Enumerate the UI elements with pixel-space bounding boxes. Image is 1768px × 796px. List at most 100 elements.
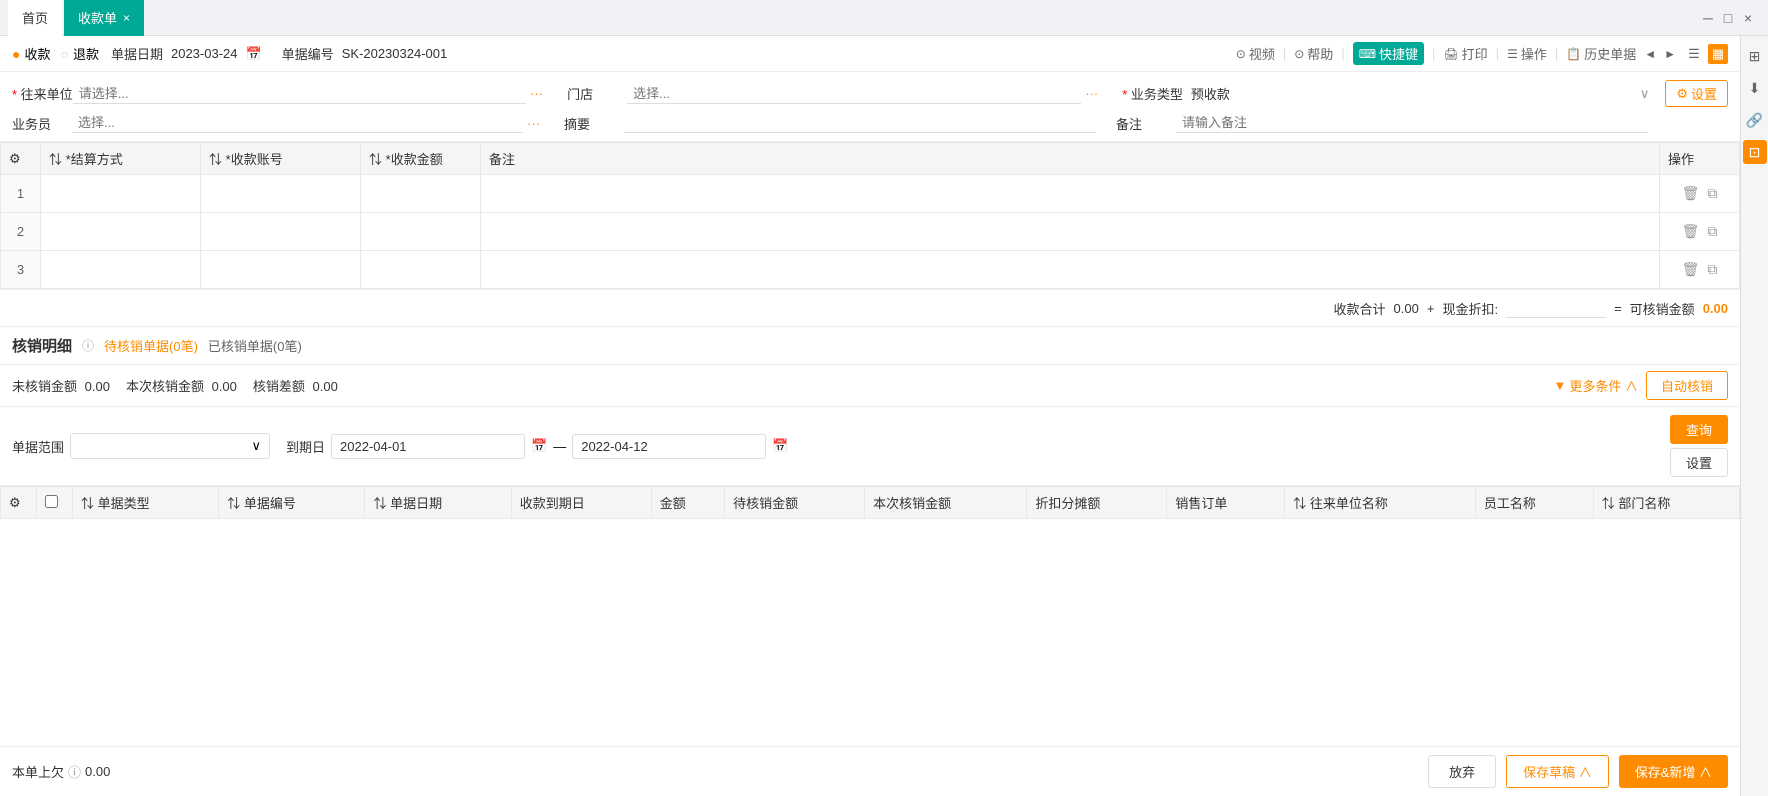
minimize-button[interactable]: ─ bbox=[1700, 10, 1716, 26]
tab-receipt[interactable]: 收款单 × bbox=[64, 0, 144, 36]
salesman-more-button[interactable]: ··· bbox=[523, 116, 544, 131]
radio-refund-label: 退款 bbox=[73, 44, 99, 63]
layout-list-icon[interactable]: ☰ bbox=[1684, 44, 1704, 64]
cell-remark-1[interactable] bbox=[481, 175, 1660, 213]
auto-verify-button[interactable]: 自动核销 bbox=[1646, 371, 1728, 400]
settlement-input-2[interactable] bbox=[41, 213, 200, 250]
delete-icon-1[interactable]: 🗑 bbox=[1682, 185, 1700, 202]
cell-settlement-3[interactable] bbox=[41, 251, 201, 289]
amount-input-1[interactable] bbox=[361, 175, 480, 212]
maximize-button[interactable]: □ bbox=[1720, 10, 1736, 26]
verify-info-icon[interactable]: ⓘ bbox=[82, 337, 94, 354]
save-draft-label: 保存草稿 ∧ bbox=[1523, 762, 1592, 781]
filter-setting-button[interactable]: 设置 bbox=[1670, 448, 1728, 477]
select-all-checkbox[interactable] bbox=[45, 495, 58, 508]
account-input-2[interactable] bbox=[201, 213, 360, 250]
delete-icon-2[interactable]: 🗑 bbox=[1682, 223, 1700, 240]
shortcut-button[interactable]: ⌨ 快捷键 bbox=[1353, 42, 1424, 65]
cell-account-2[interactable] bbox=[201, 213, 361, 251]
row-num-2: 2 bbox=[1, 213, 41, 251]
calendar-to-icon[interactable]: 📅 bbox=[772, 438, 788, 454]
store-input[interactable] bbox=[627, 84, 1081, 104]
account-input-1[interactable] bbox=[201, 175, 360, 212]
query-button[interactable]: 查询 bbox=[1670, 415, 1728, 444]
table-gear-header[interactable]: ⚙ bbox=[1, 143, 41, 175]
next-button[interactable]: ► bbox=[1664, 47, 1676, 61]
bottom-gear-header[interactable]: ⚙ bbox=[1, 487, 37, 519]
remark-input-2[interactable] bbox=[481, 213, 1659, 250]
amount-input-3[interactable] bbox=[361, 251, 480, 288]
settings-button[interactable]: ⚙ 设置 bbox=[1665, 80, 1728, 107]
doc-num-label: 单据编号 bbox=[282, 44, 334, 63]
close-window-button[interactable]: × bbox=[1740, 10, 1756, 26]
save-new-button[interactable]: 保存&新增 ∧ bbox=[1619, 755, 1728, 788]
summary-input[interactable] bbox=[624, 113, 1096, 133]
account-input-3[interactable] bbox=[201, 251, 360, 288]
remark-input-3[interactable] bbox=[481, 251, 1659, 288]
store-more-button[interactable]: ··· bbox=[1081, 86, 1102, 101]
sidebar-table-icon[interactable]: ⊞ bbox=[1743, 44, 1767, 68]
discount-input[interactable] bbox=[1506, 298, 1606, 318]
amount-input-2[interactable] bbox=[361, 213, 480, 250]
cell-account-1[interactable] bbox=[201, 175, 361, 213]
salesman-field: 业务员 ··· bbox=[12, 113, 544, 133]
footer-info-icon[interactable]: ⓘ bbox=[68, 762, 81, 781]
col-counterparty: ⇅ 往来单位名称 bbox=[1285, 487, 1476, 519]
sidebar-scan-icon[interactable]: ⊡ bbox=[1743, 140, 1767, 164]
cell-settlement-1[interactable] bbox=[41, 175, 201, 213]
copy-icon-3[interactable]: ⧉ bbox=[1707, 261, 1717, 278]
cell-remark-3[interactable] bbox=[481, 251, 1660, 289]
filter-date-to[interactable] bbox=[572, 434, 766, 459]
biz-type-dropdown[interactable]: ∨ bbox=[1640, 86, 1658, 102]
copy-icon-2[interactable]: ⧉ bbox=[1707, 223, 1717, 240]
remark-input-1[interactable] bbox=[481, 175, 1659, 212]
pending-tab[interactable]: 待核销单据(0笔) bbox=[104, 336, 198, 355]
radio-refund[interactable]: ○ 退款 bbox=[60, 44, 98, 63]
cell-amount-1[interactable] bbox=[361, 175, 481, 213]
tab-home[interactable]: 首页 bbox=[8, 0, 62, 36]
done-tab[interactable]: 已核销单据(0笔) bbox=[208, 336, 302, 355]
cell-amount-3[interactable] bbox=[361, 251, 481, 289]
settlement-input-1[interactable] bbox=[41, 175, 200, 212]
doc-num-value: SK-20230324-001 bbox=[342, 46, 448, 61]
store-field: 门店 ··· bbox=[567, 84, 1102, 104]
history-button[interactable]: 📋 历史单据 bbox=[1566, 44, 1636, 63]
filter-range-select[interactable]: ∨ bbox=[70, 433, 270, 459]
radio-receipt[interactable]: ● 收款 bbox=[12, 44, 50, 63]
operation-button[interactable]: ☰ 操作 bbox=[1507, 44, 1547, 63]
counterparty-more-button[interactable]: ··· bbox=[526, 86, 547, 101]
help-button[interactable]: ⊙ 帮助 bbox=[1294, 44, 1333, 63]
calendar-from-icon[interactable]: 📅 bbox=[531, 438, 547, 454]
abandon-button[interactable]: 放弃 bbox=[1428, 755, 1496, 788]
filter-dropdown-arrow: ∨ bbox=[252, 438, 262, 454]
copy-icon-1[interactable]: ⧉ bbox=[1707, 185, 1717, 202]
salesman-input[interactable] bbox=[72, 113, 523, 133]
counterparty-input[interactable] bbox=[73, 84, 526, 104]
summary-field: 摘要 bbox=[564, 113, 1096, 133]
calendar-icon[interactable]: 📅 bbox=[245, 46, 261, 62]
sidebar-link-icon[interactable]: 🔗 bbox=[1743, 108, 1767, 132]
remark-label: 备注 bbox=[1116, 114, 1176, 133]
sidebar-download-icon[interactable]: ⬇ bbox=[1743, 76, 1767, 100]
tab-close-icon[interactable]: × bbox=[123, 11, 130, 25]
layout-grid-icon[interactable]: ▦ bbox=[1708, 44, 1728, 64]
save-draft-button[interactable]: 保存草稿 ∧ bbox=[1506, 755, 1609, 788]
col-discount-share: 折扣分摊额 bbox=[1027, 487, 1167, 519]
cell-settlement-2[interactable] bbox=[41, 213, 201, 251]
print-button[interactable]: 🖨 打印 bbox=[1443, 44, 1487, 63]
cell-amount-2[interactable] bbox=[361, 213, 481, 251]
form-row-2: 业务员 ··· 摘要 备注 bbox=[12, 113, 1728, 133]
prev-button[interactable]: ◄ bbox=[1644, 47, 1656, 61]
filter-date-from[interactable] bbox=[331, 434, 525, 459]
delete-icon-3[interactable]: 🗑 bbox=[1682, 261, 1700, 278]
settlement-input-3[interactable] bbox=[41, 251, 200, 288]
cell-remark-2[interactable] bbox=[481, 213, 1660, 251]
tab-home-label: 首页 bbox=[22, 8, 48, 27]
window-controls: ─ □ × bbox=[1700, 10, 1760, 26]
remark-input[interactable] bbox=[1176, 113, 1648, 133]
more-conditions-button[interactable]: ▼ 更多条件 ∧ bbox=[1553, 376, 1638, 395]
right-sidebar: ⊞ ⬇ 🔗 ⊡ bbox=[1740, 36, 1768, 796]
uncleared-stat: 未核销金额 0.00 bbox=[12, 376, 110, 395]
video-button[interactable]: ⊙ 视频 bbox=[1236, 44, 1275, 63]
cell-account-3[interactable] bbox=[201, 251, 361, 289]
